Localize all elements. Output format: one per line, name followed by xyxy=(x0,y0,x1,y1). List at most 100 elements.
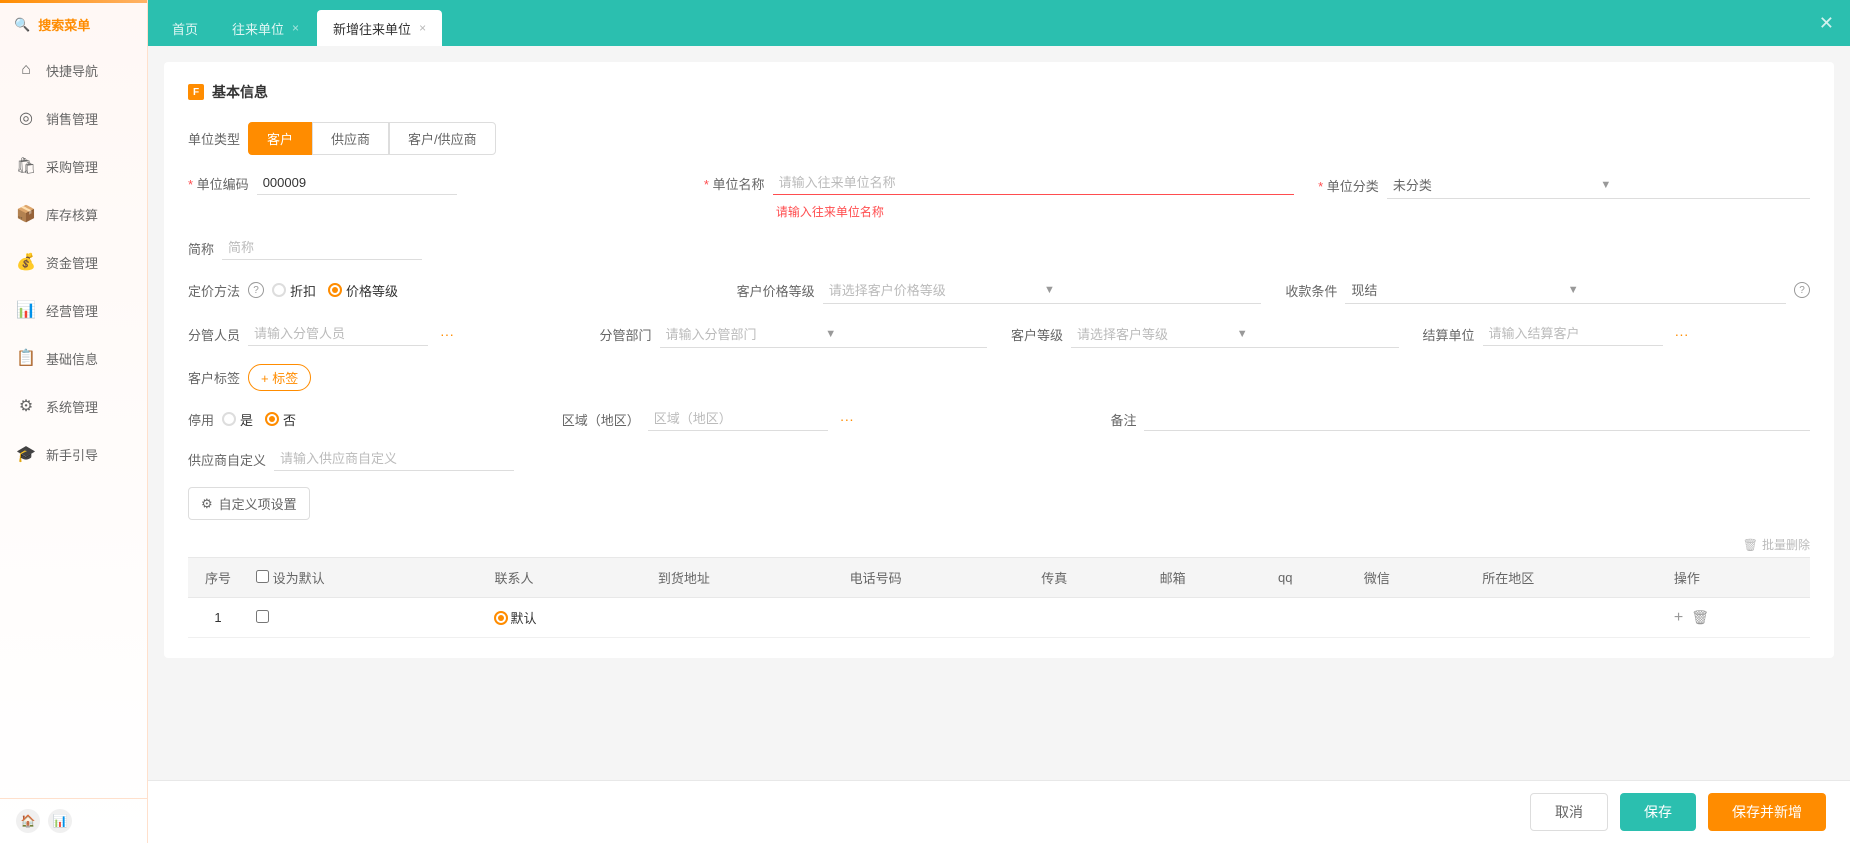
sidebar-icon-system: ⚙ xyxy=(16,396,36,416)
unit-name-label: 单位名称 xyxy=(704,174,765,193)
contacts-table: 序号 设为默认联系人到货地址电话号码传真邮箱qq微信所在地区操作 1 默认 + … xyxy=(188,557,1810,638)
unit-code-field: 单位编码 xyxy=(188,171,680,195)
sidebar-home-icon[interactable]: 🏠 xyxy=(16,809,40,833)
row-default-label: 默认 xyxy=(510,608,536,627)
payment-terms-select[interactable]: 现结 ▼ xyxy=(1345,276,1786,304)
cancel-button[interactable]: 取消 xyxy=(1530,793,1608,831)
sidebar-search[interactable]: 🔍 搜索菜单 xyxy=(0,3,147,46)
pricing-discount-radio-circle xyxy=(272,283,286,297)
tab-home[interactable]: 首页 xyxy=(156,10,214,46)
sidebar-item-system[interactable]: ⚙ 系统管理 xyxy=(0,382,147,430)
table-col-2: 联系人 xyxy=(486,558,649,598)
batch-delete-label[interactable]: 批量删除 xyxy=(1762,536,1810,553)
pricing-discount-radio[interactable]: 折扣 xyxy=(272,281,316,300)
row-cell-7 xyxy=(1270,598,1356,638)
tab-label-home: 首页 xyxy=(172,19,198,38)
table-row: 1 默认 + 🗑 xyxy=(188,598,1810,638)
sidebar-item-inventory[interactable]: 📦 库存核算 xyxy=(0,190,147,238)
sidebar-item-quick-nav[interactable]: ⌂ 快捷导航 xyxy=(0,46,147,94)
select-all-checkbox[interactable] xyxy=(256,570,269,583)
region-label: 区域（地区） xyxy=(562,410,640,429)
tab-new-partner[interactable]: 新增往来单位× xyxy=(317,10,442,46)
settlement-input[interactable] xyxy=(1483,322,1663,346)
save-add-button[interactable]: 保存并新增 xyxy=(1708,793,1826,831)
region-input[interactable] xyxy=(648,407,828,431)
customer-price-arrow: ▼ xyxy=(1044,284,1255,296)
manager-input[interactable] xyxy=(248,322,428,346)
row-cell-8 xyxy=(1356,598,1474,638)
custom-settings-container: ⚙ 自定义项设置 xyxy=(188,487,1810,520)
pricing-method-label: 定价方法 xyxy=(188,281,240,300)
disabled-no-radio[interactable]: 否 xyxy=(265,410,296,429)
tab-close-new-partner[interactable]: × xyxy=(419,22,426,34)
supplier-custom-input[interactable] xyxy=(274,447,514,471)
unit-name-input[interactable] xyxy=(773,171,1295,195)
add-tag-button[interactable]: + 标签 xyxy=(248,364,311,391)
sidebar-icon-guide: 🎓 xyxy=(16,444,36,464)
save-button[interactable]: 保存 xyxy=(1620,793,1696,831)
manager-more-btn[interactable]: ··· xyxy=(436,326,458,342)
content-area: F 基本信息 单位类型 客户 供应商 客户/供应商 单位编码 xyxy=(148,46,1850,780)
sidebar-chart-icon[interactable]: 📊 xyxy=(48,809,72,833)
unit-type-field: 单位类型 客户 供应商 客户/供应商 xyxy=(188,122,1810,155)
customer-level-field: 客户等级 请选择客户等级 ▼ xyxy=(1011,320,1399,348)
pricing-method-help[interactable]: ? xyxy=(248,282,264,298)
table-col-4: 电话号码 xyxy=(842,558,1034,598)
supplier-custom-row: 供应商自定义 xyxy=(188,447,1810,471)
batch-delete-area: 🗑 批量删除 xyxy=(188,536,1810,553)
department-field: 分管部门 请输入分管部门 ▼ xyxy=(600,320,988,348)
code-name-category-row: 单位编码 单位名称 请输入往来单位名称 单位分类 未分类 xyxy=(188,171,1810,220)
settlement-field: 结算单位 ··· xyxy=(1423,322,1811,346)
remark-input[interactable] xyxy=(1144,407,1810,431)
customer-level-select[interactable]: 请选择客户等级 ▼ xyxy=(1071,320,1398,348)
unit-category-value: 未分类 xyxy=(1393,175,1597,194)
customer-level-arrow: ▼ xyxy=(1237,328,1393,340)
unit-code-input[interactable] xyxy=(257,171,457,195)
settlement-more-btn[interactable]: ··· xyxy=(1671,326,1693,342)
abbreviation-field: 简称 xyxy=(188,236,538,260)
tab-close-partner[interactable]: × xyxy=(292,22,299,34)
region-more-btn[interactable]: ··· xyxy=(836,411,858,427)
unit-category-arrow: ▼ xyxy=(1600,179,1804,191)
pricing-level-radio[interactable]: 价格等级 xyxy=(328,281,398,300)
close-all-button[interactable]: ✕ xyxy=(1811,13,1842,34)
customer-price-placeholder: 请选择客户价格等级 xyxy=(829,280,1040,299)
disabled-no-label: 否 xyxy=(283,410,296,429)
unit-category-select[interactable]: 未分类 ▼ xyxy=(1387,171,1810,199)
tag-label: 客户标签 xyxy=(188,368,240,387)
row-checkbox-0[interactable] xyxy=(256,610,269,623)
sidebar-item-sales[interactable]: ◎ 销售管理 xyxy=(0,94,147,142)
sidebar-item-finance[interactable]: 💰 资金管理 xyxy=(0,238,147,286)
payment-terms-value: 现结 xyxy=(1351,280,1563,299)
disabled-yes-radio[interactable]: 是 xyxy=(222,410,253,429)
delete-row-btn[interactable]: 🗑 xyxy=(1691,609,1709,626)
add-row-btn[interactable]: + xyxy=(1674,609,1683,627)
sidebar-item-purchase[interactable]: 🛍 采购管理 xyxy=(0,142,147,190)
row-no: 1 xyxy=(188,598,248,638)
sidebar-label-quick-nav: 快捷导航 xyxy=(46,61,98,80)
abbreviation-input[interactable] xyxy=(222,236,422,260)
type-btn-both[interactable]: 客户/供应商 xyxy=(389,122,496,155)
disabled-radio-group: 是 否 xyxy=(222,410,296,429)
pricing-radio-group: 折扣 价格等级 xyxy=(272,281,398,300)
customer-price-select[interactable]: 请选择客户价格等级 ▼ xyxy=(823,276,1262,304)
custom-settings-button[interactable]: ⚙ 自定义项设置 xyxy=(188,487,310,520)
sidebar-item-operations[interactable]: 📊 经营管理 xyxy=(0,286,147,334)
unit-category-field: 单位分类 未分类 ▼ xyxy=(1318,171,1810,199)
table-col-7: qq xyxy=(1270,558,1356,598)
payment-terms-arrow: ▼ xyxy=(1568,284,1780,296)
pricing-level-radio-circle xyxy=(328,283,342,297)
payment-terms-help[interactable]: ? xyxy=(1794,282,1810,298)
sidebar-label-system: 系统管理 xyxy=(46,397,98,416)
type-btn-supplier[interactable]: 供应商 xyxy=(312,122,389,155)
sidebar-icon-purchase: 🛍 xyxy=(16,156,36,176)
tab-partner[interactable]: 往来单位× xyxy=(216,10,315,46)
row-cell-9 xyxy=(1474,598,1666,638)
sidebar-item-basic-info[interactable]: 📋 基础信息 xyxy=(0,334,147,382)
basic-info-card: F 基本信息 单位类型 客户 供应商 客户/供应商 单位编码 xyxy=(164,62,1834,658)
department-select[interactable]: 请输入分管部门 ▼ xyxy=(660,320,987,348)
unit-type-buttons: 客户 供应商 客户/供应商 xyxy=(248,122,496,155)
sidebar-item-guide[interactable]: 🎓 新手引导 xyxy=(0,430,147,478)
type-btn-customer[interactable]: 客户 xyxy=(248,122,312,155)
tabs-container: 首页往来单位×新增往来单位× xyxy=(156,0,442,46)
